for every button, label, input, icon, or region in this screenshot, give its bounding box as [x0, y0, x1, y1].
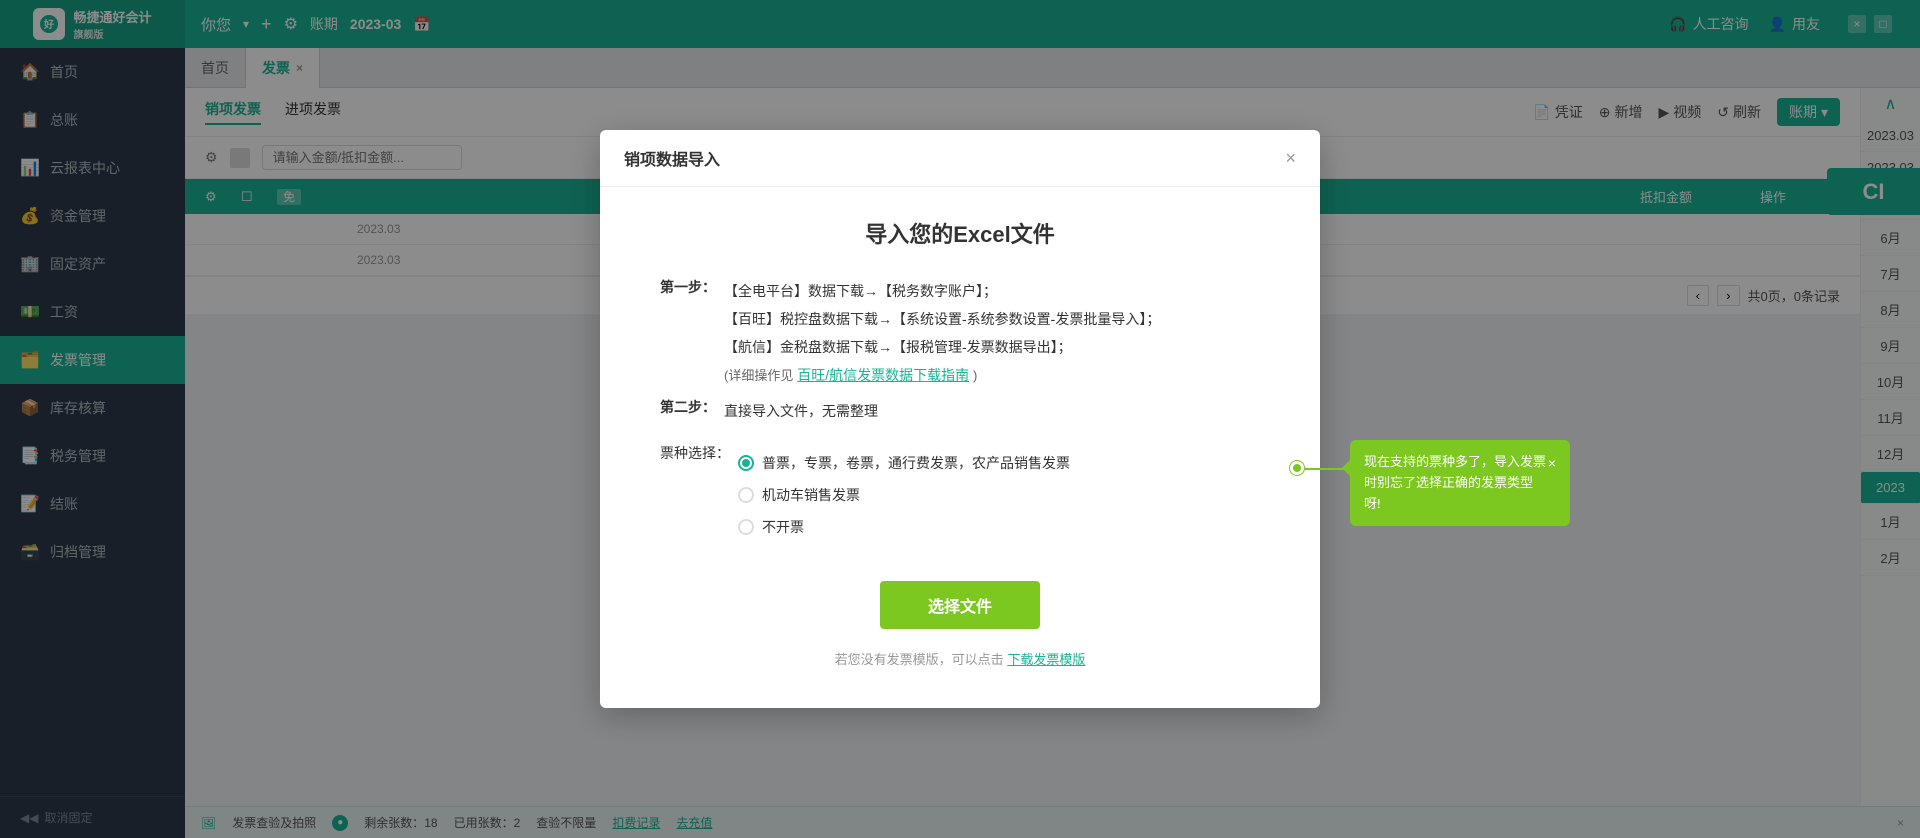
- ticket-type-area: 票种选择： 普票，专票，卷票，通行费发票，农产品销售发票 机动车销售发票 不开票: [660, 441, 1260, 561]
- ticket-label: 票种选择：: [660, 441, 730, 463]
- step1-line1: 【全电平台】数据下载→【税务数字账户】；: [724, 277, 1160, 305]
- radio-group: 普票，专票，卷票，通行费发票，农产品销售发票 机动车销售发票 不开票: [738, 453, 1070, 549]
- tooltip-container: × 现在支持的票种多了，导入发票时别忘了选择正确的发票类型呀!: [1350, 440, 1570, 526]
- tooltip-box: × 现在支持的票种多了，导入发票时别忘了选择正确的发票类型呀!: [1350, 440, 1570, 526]
- radio-no-invoice-label: 不开票: [762, 517, 804, 537]
- select-file-button[interactable]: 选择文件: [880, 581, 1040, 629]
- radio-item-vehicle[interactable]: 机动车销售发票: [738, 485, 1070, 505]
- modal-title: 销项数据导入: [624, 146, 720, 170]
- modal-header: 销项数据导入 ×: [600, 130, 1320, 187]
- modal-footer: 若您没有发票模版，可以点击 下载发票模版: [660, 649, 1260, 668]
- tooltip-text: 现在支持的票种多了，导入发票时别忘了选择正确的发票类型呀!: [1364, 454, 1546, 511]
- radio-vehicle-label: 机动车销售发票: [762, 485, 860, 505]
- radio-item-general[interactable]: 普票，专票，卷票，通行费发票，农产品销售发票: [738, 453, 1070, 473]
- radio-item-no-invoice[interactable]: 不开票: [738, 517, 1070, 537]
- download-template-link[interactable]: 下载发票模版: [1007, 652, 1085, 667]
- tooltip-arrow: [1342, 460, 1350, 476]
- step2-area: 第二步： 直接导入文件，无需整理: [660, 397, 1260, 425]
- step2-label: 第二步：: [660, 397, 716, 417]
- radio-no-invoice-indicator: [738, 519, 754, 535]
- import-modal: 销项数据导入 × 导入您的Excel文件 第一步： 【全电平台】数据下载→【税务…: [600, 130, 1320, 708]
- step1-label: 第一步：: [660, 277, 716, 377]
- radio-general-label: 普票，专票，卷票，通行费发票，农产品销售发票: [762, 453, 1070, 473]
- step1-link-area: (详细操作见 百旺/航信发票数据下载指南 ): [724, 365, 1160, 385]
- step1-area: 第一步： 【全电平台】数据下载→【税务数字账户】； 【百旺】税控盘数据下载→【系…: [660, 277, 1260, 385]
- tooltip-close-button[interactable]: ×: [1548, 452, 1556, 474]
- step2-text: 直接导入文件，无需整理: [724, 397, 878, 425]
- step1-line3: 【航信】金税盘数据下载→【报税管理-发票数据导出】；: [724, 333, 1160, 361]
- modal-close-button[interactable]: ×: [1285, 148, 1296, 169]
- radio-general-indicator: [738, 455, 754, 471]
- modal-body: 导入您的Excel文件 第一步： 【全电平台】数据下载→【税务数字账户】； 【百…: [600, 187, 1320, 708]
- tooltip-dot: [1290, 461, 1304, 475]
- guide-link[interactable]: 百旺/航信发票数据下载指南: [797, 367, 969, 383]
- modal-overlay: 销项数据导入 × 导入您的Excel文件 第一步： 【全电平台】数据下载→【税务…: [0, 0, 1920, 838]
- radio-vehicle-indicator: [738, 487, 754, 503]
- step1-line2: 【百旺】税控盘数据下载→【系统设置-系统参数设置-发票批量导入】；: [724, 305, 1160, 333]
- modal-main-title: 导入您的Excel文件: [660, 217, 1260, 249]
- step1-content: 【全电平台】数据下载→【税务数字账户】； 【百旺】税控盘数据下载→【系统设置-系…: [724, 277, 1160, 385]
